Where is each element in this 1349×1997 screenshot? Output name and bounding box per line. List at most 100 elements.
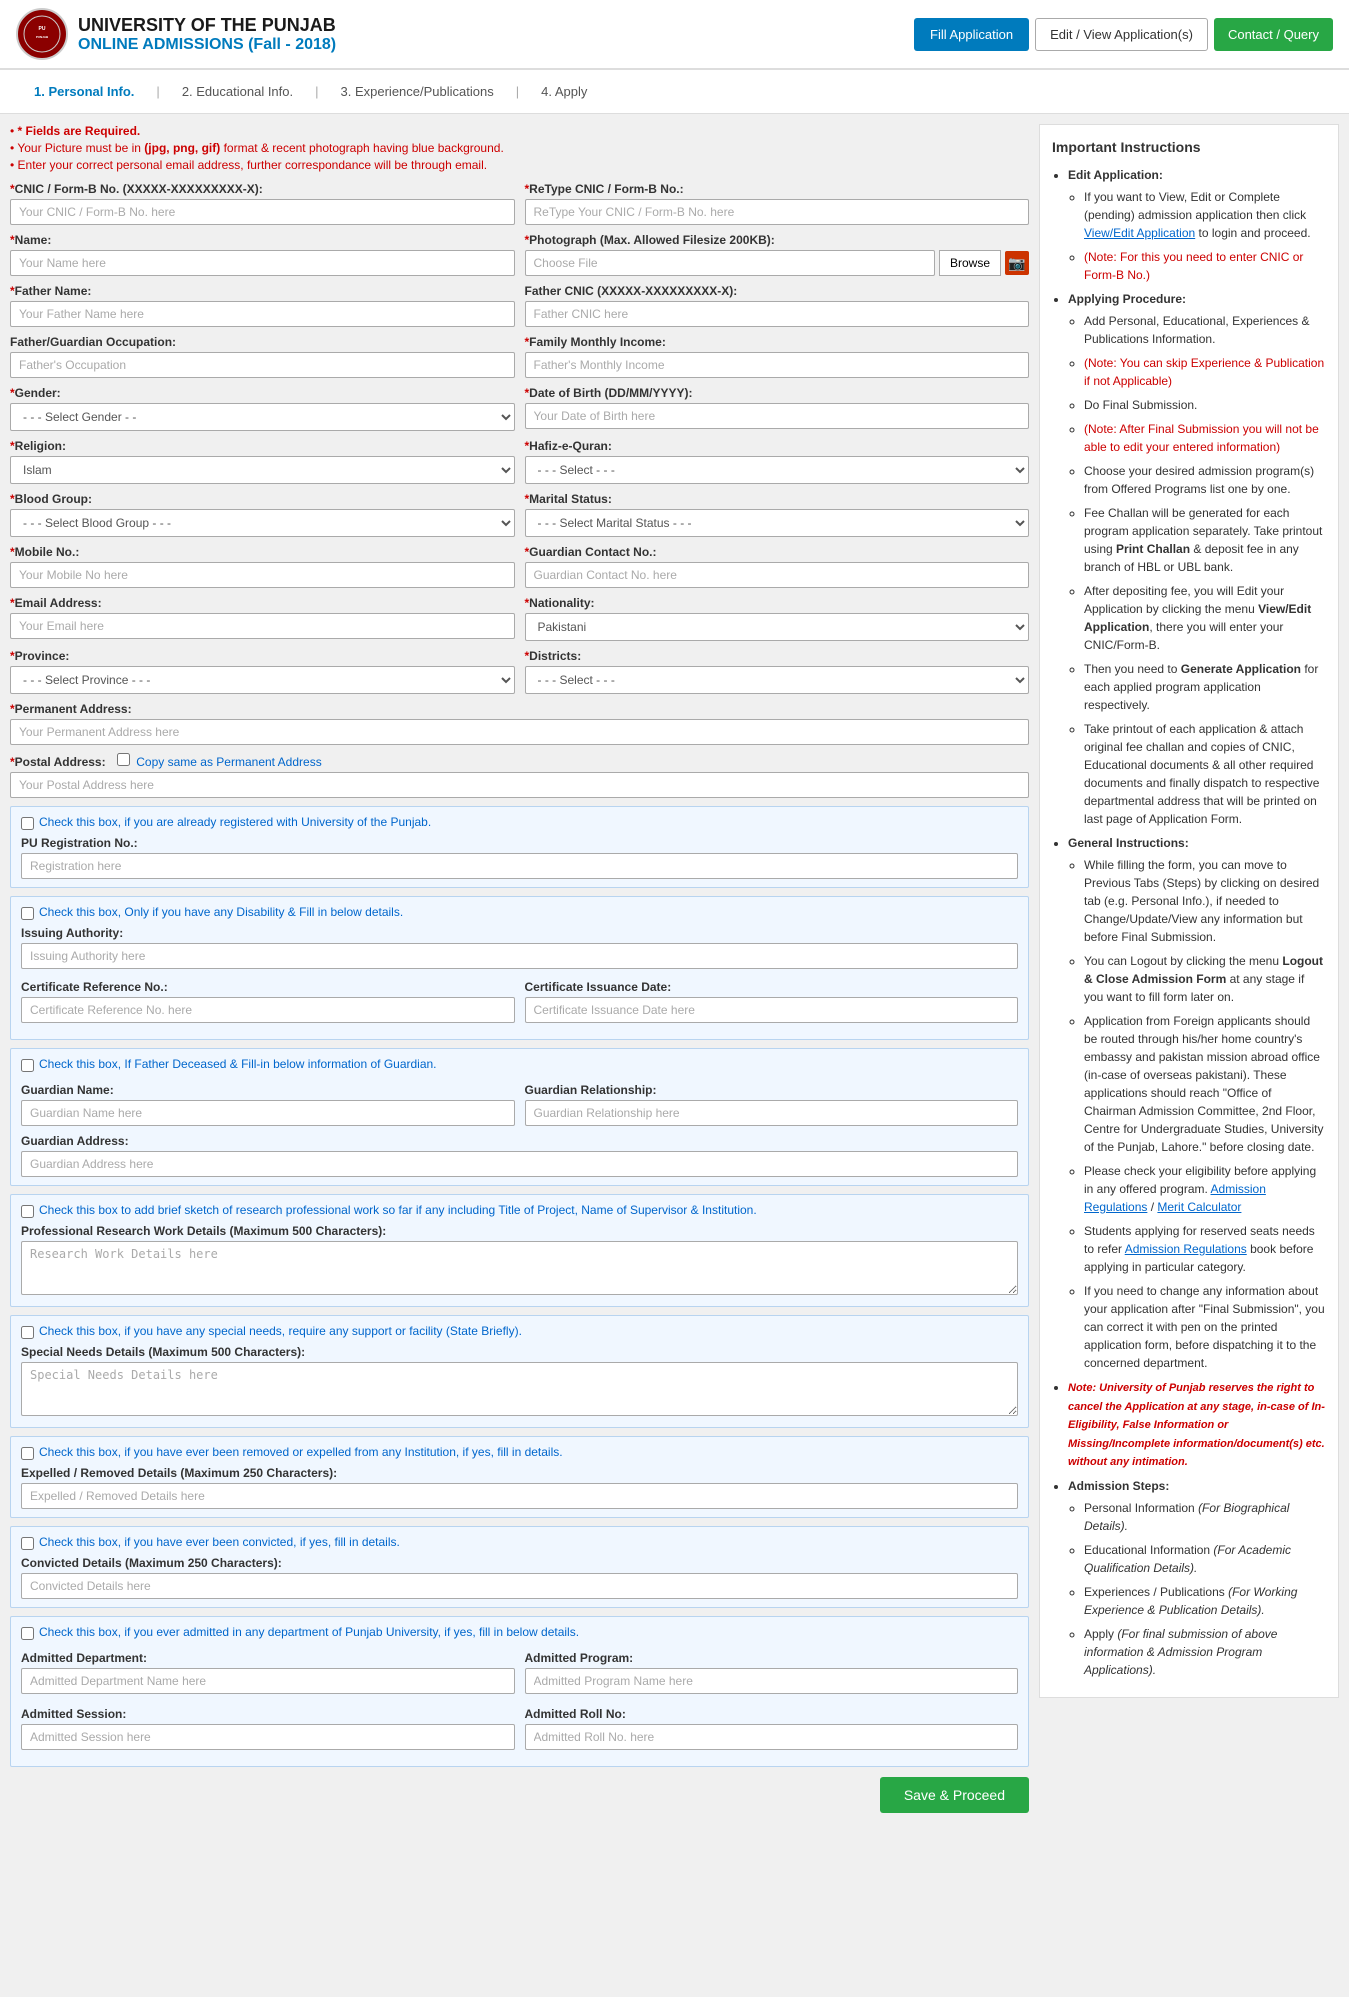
step-3: Experiences / Publications (For Working … — [1084, 1583, 1326, 1619]
father-row: *Father Name: Father CNIC (XXXXX-XXXXXXX… — [10, 284, 1029, 327]
admitted-session-input[interactable] — [21, 1724, 515, 1750]
tab-experience[interactable]: 3. Experience/Publications — [323, 78, 512, 105]
nationality-select[interactable]: Pakistani Other — [525, 613, 1030, 641]
convicted-input[interactable] — [21, 1573, 1018, 1599]
disability-check-row: Check this box, Only if you have any Dis… — [21, 905, 1018, 920]
guardian-contact-label: *Guardian Contact No.: — [525, 545, 1030, 559]
tab-personal-info[interactable]: 1. Personal Info. — [16, 78, 152, 105]
occupation-income-row: Father/Guardian Occupation: *Family Mont… — [10, 335, 1029, 378]
nationality-label: *Nationality: — [525, 596, 1030, 610]
admitted-roll-input[interactable] — [525, 1724, 1019, 1750]
edit-view-application-button[interactable]: Edit / View Application(s) — [1035, 18, 1208, 51]
contact-query-button[interactable]: Contact / Query — [1214, 18, 1333, 51]
cnic-input[interactable] — [10, 199, 515, 225]
tab-apply[interactable]: 4. Apply — [523, 78, 605, 105]
special-needs-checkbox[interactable] — [21, 1326, 34, 1339]
name-input[interactable] — [10, 250, 515, 276]
father-deceased-section: Check this box, If Father Deceased & Fil… — [10, 1048, 1029, 1186]
special-needs-input[interactable] — [21, 1362, 1018, 1416]
cert-ref-field: Certificate Reference No.: — [21, 975, 515, 1023]
apply-item-5: After depositing fee, you will Edit your… — [1084, 582, 1326, 654]
recnic-label: *ReType CNIC / Form-B No.: — [525, 182, 1030, 196]
save-proceed-button[interactable]: Save & Proceed — [880, 1777, 1029, 1813]
tab-educational-info[interactable]: 2. Educational Info. — [164, 78, 311, 105]
dob-input[interactable] — [525, 403, 1030, 429]
gender-select[interactable]: - - - Select Gender - - Male Female — [10, 403, 515, 431]
guardian-contact-input[interactable] — [525, 562, 1030, 588]
province-field: *Province: - - - Select Province - - - P… — [10, 649, 515, 694]
form-area: • * Fields are Required. • Your Picture … — [10, 124, 1039, 1813]
guardian-rel-lbl: Guardian Relationship: — [525, 1083, 1019, 1097]
districts-select[interactable]: - - - Select - - - Lahore Faisalabad Mul… — [525, 666, 1030, 694]
disability-checkbox[interactable] — [21, 907, 34, 920]
admission-steps-section: Admission Steps: Personal Information (F… — [1068, 1477, 1326, 1679]
province-select[interactable]: - - - Select Province - - - Punjab Sindh… — [10, 666, 515, 694]
copy-postal-checkbox[interactable] — [117, 753, 130, 766]
fill-application-button[interactable]: Fill Application — [914, 18, 1029, 51]
cert-date-label: Certificate Issuance Date: — [525, 980, 1019, 994]
religion-select[interactable]: Islam Other — [10, 456, 515, 484]
father-name-input[interactable] — [10, 301, 515, 327]
admitted-session-lbl: Admitted Session: — [21, 1707, 515, 1721]
guardian-addr-input[interactable] — [21, 1151, 1018, 1177]
guardian-contact-field: *Guardian Contact No.: — [525, 545, 1030, 588]
marital-select[interactable]: - - - Select Marital Status - - - Single… — [525, 509, 1030, 537]
gender-field: *Gender: - - - Select Gender - - Male Fe… — [10, 386, 515, 431]
province-district-row: *Province: - - - Select Province - - - P… — [10, 649, 1029, 694]
blood-label: *Blood Group: — [10, 492, 515, 506]
edit-application-section: Edit Application: If you want to View, E… — [1068, 166, 1326, 284]
admitted-program-input[interactable] — [525, 1668, 1019, 1694]
admitted-program-lbl: Admitted Program: — [525, 1651, 1019, 1665]
research-checkbox[interactable] — [21, 1205, 34, 1218]
header: PU PUNJAB UNIVERSITY OF THE PUNJAB ONLIN… — [0, 0, 1349, 70]
research-details-input[interactable] — [21, 1241, 1018, 1295]
guardian-occ-field: Father/Guardian Occupation: — [10, 335, 515, 378]
pu-reg-input[interactable] — [21, 853, 1018, 879]
mobile-input[interactable] — [10, 562, 515, 588]
father-deceased-checkbox[interactable] — [21, 1059, 34, 1072]
email-label: *Email Address: — [10, 596, 515, 610]
permanent-address-input[interactable] — [10, 719, 1029, 745]
expelled-checkbox[interactable] — [21, 1447, 34, 1460]
instructions-list: Edit Application: If you want to View, E… — [1052, 166, 1326, 1679]
cert-ref-input[interactable] — [21, 997, 515, 1023]
view-edit-link[interactable]: View/Edit Application — [1084, 226, 1195, 240]
photo-filename-input[interactable] — [525, 250, 935, 276]
recnic-input[interactable] — [525, 199, 1030, 225]
admitted-dept-input[interactable] — [21, 1668, 515, 1694]
browse-button[interactable]: Browse — [939, 250, 1001, 276]
copy-postal-label[interactable]: Copy same as Permanent Address — [136, 755, 321, 769]
pu-reg-checkbox[interactable] — [21, 817, 34, 830]
blood-select[interactable]: - - - Select Blood Group - - - A+A-B+B- … — [10, 509, 515, 537]
nationality-field: *Nationality: Pakistani Other — [525, 596, 1030, 641]
postal-address-input[interactable] — [10, 772, 1029, 798]
districts-field: *Districts: - - - Select - - - Lahore Fa… — [525, 649, 1030, 694]
blood-field: *Blood Group: - - - Select Blood Group -… — [10, 492, 515, 537]
permanent-address-label: *Permanent Address: — [10, 702, 1029, 716]
email-input[interactable] — [10, 613, 515, 639]
convicted-checkbox[interactable] — [21, 1537, 34, 1550]
camera-icon-button[interactable]: 📷 — [1005, 251, 1029, 275]
admission-regs-link-2[interactable]: Admission Regulations — [1125, 1242, 1247, 1256]
permanent-address-row: *Permanent Address: — [10, 702, 1029, 745]
hafiz-select[interactable]: - - - Select - - - Yes No — [525, 456, 1030, 484]
disability-check-label: Check this box, Only if you have any Dis… — [39, 905, 403, 919]
research-section: Check this box to add brief sketch of re… — [10, 1194, 1029, 1307]
father-cnic-input[interactable] — [525, 301, 1030, 327]
expelled-input[interactable] — [21, 1483, 1018, 1509]
guardian-rel-input[interactable] — [525, 1100, 1019, 1126]
guardian-name-input[interactable] — [21, 1100, 515, 1126]
admitted-roll-field: Admitted Roll No: — [525, 1702, 1019, 1750]
cert-date-input[interactable] — [525, 997, 1019, 1023]
guardian-occ-input[interactable] — [10, 352, 515, 378]
admitted-checkbox[interactable] — [21, 1627, 34, 1640]
family-income-input[interactable] — [525, 352, 1030, 378]
dob-label: *Date of Birth (DD/MM/YYYY): — [525, 386, 1030, 400]
research-check-label: Check this box to add brief sketch of re… — [39, 1203, 757, 1217]
note-section: Note: University of Punjab reserves the … — [1068, 1378, 1326, 1471]
pu-reg-check-label: Check this box, if you are already regis… — [39, 815, 431, 829]
issuing-authority-input[interactable] — [21, 943, 1018, 969]
admitted-session-field: Admitted Session: — [21, 1702, 515, 1750]
merit-calc-link[interactable]: Merit Calculator — [1157, 1200, 1241, 1214]
special-needs-lbl: Special Needs Details (Maximum 500 Chara… — [21, 1345, 1018, 1359]
